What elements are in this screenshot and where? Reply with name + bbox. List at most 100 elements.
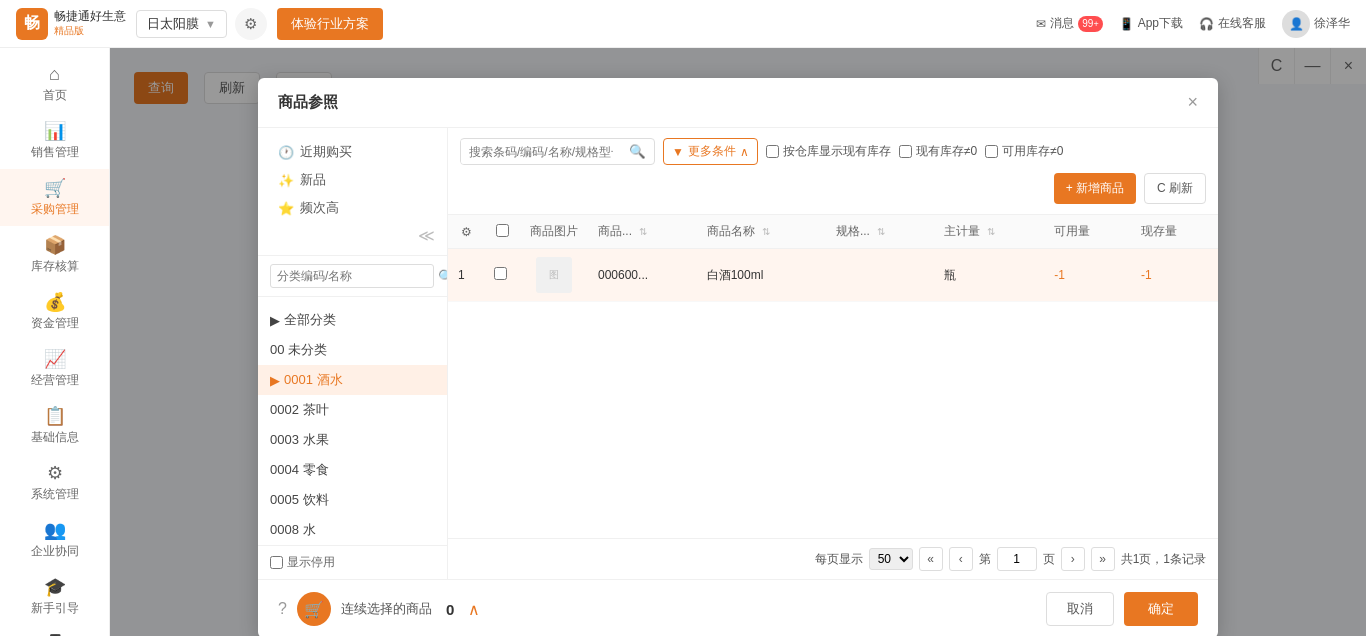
category-item-beverages[interactable]: 0005 饮料 bbox=[258, 485, 447, 515]
total-info: 共1页，1条记录 bbox=[1121, 551, 1206, 568]
app-download-link[interactable]: 📱 App下载 bbox=[1119, 15, 1183, 32]
branch-selector[interactable]: 日太阳膜 ▼ bbox=[136, 10, 227, 38]
goods-search-button[interactable]: 🔍 bbox=[621, 139, 654, 164]
sidebar-item-guide[interactable]: 🎓 新手引导 bbox=[0, 568, 109, 625]
show-disabled-checkbox-label[interactable]: 显示停用 bbox=[270, 554, 435, 571]
confirm-button[interactable]: 确定 bbox=[1124, 592, 1198, 626]
cell-code: 000600... bbox=[588, 249, 697, 302]
sidebar-item-finance[interactable]: 💰 资金管理 bbox=[0, 283, 109, 340]
sidebar-item-collab[interactable]: 👥 企业协同 bbox=[0, 511, 109, 568]
trial-button[interactable]: 体验行业方案 bbox=[277, 8, 383, 40]
cell-available: -1 bbox=[1044, 249, 1131, 302]
category-item-tea[interactable]: 0002 茶叶 bbox=[258, 395, 447, 425]
collab-icon: 👥 bbox=[44, 519, 66, 541]
sidebar-item-label: 库存核算 bbox=[31, 258, 79, 275]
quick-nav-recent[interactable]: 🕐 近期购买 bbox=[270, 138, 435, 166]
cancel-button[interactable]: 取消 bbox=[1046, 592, 1114, 626]
category-panel: 🕐 近期购买 ✨ 新品 ⭐ 频次高 bbox=[258, 128, 448, 579]
collapse-panel-button[interactable]: ≪ bbox=[418, 226, 435, 245]
warehouse-display-checkbox[interactable] bbox=[766, 145, 779, 158]
system-icon: ⚙ bbox=[47, 462, 63, 484]
usable-stock-checkbox-label[interactable]: 可用库存≠0 bbox=[985, 143, 1063, 160]
help-icon[interactable]: ? bbox=[278, 600, 287, 618]
cell-unit: 瓶 bbox=[934, 249, 1045, 302]
messages-link[interactable]: ✉ 消息 99+ bbox=[1036, 15, 1102, 32]
category-panel-footer: 显示停用 bbox=[258, 545, 447, 579]
cart-icon: 🛒 bbox=[304, 600, 324, 619]
col-unit[interactable]: 主计量 ⇅ bbox=[934, 215, 1045, 249]
available-stock-checkbox-label[interactable]: 现有库存≠0 bbox=[899, 143, 977, 160]
sort-icon-name: ⇅ bbox=[762, 226, 770, 237]
page-number-input[interactable] bbox=[997, 547, 1037, 571]
col-spec[interactable]: 规格... ⇅ bbox=[826, 215, 934, 249]
message-icon: ✉ bbox=[1036, 17, 1046, 31]
col-stock: 现存量 bbox=[1131, 215, 1218, 249]
select-all-checkbox[interactable] bbox=[496, 224, 509, 237]
sidebar-item-label: 资金管理 bbox=[31, 315, 79, 332]
last-page-button[interactable]: » bbox=[1091, 547, 1115, 571]
category-list: ▶ 全部分类 00 未分类 ▶ 0001 酒水 0002 茶 bbox=[258, 297, 447, 545]
chevron-down-icon: ▼ bbox=[205, 18, 216, 30]
col-image: 商品图片 bbox=[520, 215, 588, 249]
nav-right: ✉ 消息 99+ 📱 App下载 🎧 在线客服 👤 徐泽华 bbox=[1036, 10, 1350, 38]
col-name[interactable]: 商品名称 ⇅ bbox=[697, 215, 826, 249]
sidebar-item-inventory[interactable]: 📦 库存核算 bbox=[0, 226, 109, 283]
sidebar-item-basic-info[interactable]: 📋 基础信息 bbox=[0, 397, 109, 454]
footer-collapse-icon[interactable]: ∧ bbox=[468, 600, 480, 619]
sidebar-item-purchase[interactable]: 🛒 采购管理 bbox=[0, 169, 109, 226]
first-page-button[interactable]: « bbox=[919, 547, 943, 571]
online-service-link[interactable]: 🎧 在线客服 bbox=[1199, 15, 1266, 32]
cell-check bbox=[484, 249, 520, 302]
avatar: 👤 bbox=[1282, 10, 1310, 38]
category-item-liquor[interactable]: ▶ 0001 酒水 bbox=[258, 365, 447, 395]
main-layout: ⌂ 首页 📊 销售管理 🛒 采购管理 📦 库存核算 💰 资金管理 📈 经营管理 … bbox=[0, 48, 1366, 636]
col-code[interactable]: 商品... ⇅ bbox=[588, 215, 697, 249]
sales-icon: 📊 bbox=[44, 120, 66, 142]
prev-page-button[interactable]: ‹ bbox=[949, 547, 973, 571]
cart-button[interactable]: 🛒 bbox=[297, 592, 331, 626]
sidebar-item-home[interactable]: ⌂ 首页 bbox=[0, 56, 109, 112]
more-filter-button[interactable]: ▼ 更多条件 ∧ bbox=[663, 138, 758, 165]
show-disabled-checkbox[interactable] bbox=[270, 556, 283, 569]
purchase-icon: 🛒 bbox=[44, 177, 66, 199]
category-item-snacks[interactable]: 0004 零食 bbox=[258, 455, 447, 485]
dialog-close-button[interactable]: × bbox=[1187, 92, 1198, 113]
dialog-footer: ? 🛒 连续选择的商品 0 ∧ 取消 确定 bbox=[258, 579, 1218, 636]
cell-index: 1 bbox=[448, 249, 484, 302]
toolbar-right-actions: + 新增商品 C 刷新 bbox=[1054, 173, 1206, 204]
info-icon: 📋 bbox=[44, 405, 66, 427]
settings-icon[interactable]: ⚙ bbox=[235, 8, 267, 40]
row-checkbox[interactable] bbox=[494, 267, 507, 280]
table-row[interactable]: 1 图 000600... 白酒100ml bbox=[448, 249, 1218, 302]
page-suffix: 页 bbox=[1043, 551, 1055, 568]
refresh-goods-button[interactable]: C 刷新 bbox=[1144, 173, 1206, 204]
next-page-button[interactable]: › bbox=[1061, 547, 1085, 571]
top-nav: 畅 畅捷通好生意 精品版 日太阳膜 ▼ ⚙ 体验行业方案 ✉ 消息 99+ 📱 … bbox=[0, 0, 1366, 48]
sidebar-item-operations[interactable]: 📈 经营管理 bbox=[0, 340, 109, 397]
new-icon: ✨ bbox=[278, 173, 294, 188]
category-item-uncategorized[interactable]: 00 未分类 bbox=[258, 335, 447, 365]
dialog-header: 商品参照 × bbox=[258, 78, 1218, 128]
category-item-all[interactable]: ▶ 全部分类 bbox=[258, 305, 447, 335]
per-page-select[interactable]: 50 bbox=[869, 548, 913, 570]
category-search-icon[interactable]: 🔍 bbox=[438, 269, 448, 284]
goods-search-bar: 🔍 bbox=[460, 138, 655, 165]
goods-search-input[interactable] bbox=[461, 140, 621, 164]
add-goods-button[interactable]: + 新增商品 bbox=[1054, 173, 1136, 204]
usable-stock-checkbox[interactable] bbox=[985, 145, 998, 158]
warehouse-display-checkbox-label[interactable]: 按仓库显示现有库存 bbox=[766, 143, 891, 160]
quick-nav-frequent[interactable]: ⭐ 频次高 bbox=[270, 194, 435, 222]
available-stock-checkbox[interactable] bbox=[899, 145, 912, 158]
category-search-input[interactable] bbox=[270, 264, 434, 288]
messages-badge: 99+ bbox=[1078, 16, 1102, 32]
sidebar-item-system[interactable]: ⚙ 系统管理 bbox=[0, 454, 109, 511]
pagination-bar: 每页显示 50 « ‹ 第 页 › » 共1页，1条记录 bbox=[448, 538, 1218, 579]
quick-nav-new[interactable]: ✨ 新品 bbox=[270, 166, 435, 194]
cell-image: 图 bbox=[520, 249, 588, 302]
category-item-fruit[interactable]: 0003 水果 bbox=[258, 425, 447, 455]
cell-name: 白酒100ml bbox=[697, 249, 826, 302]
sidebar-item-app-center[interactable]: 📱 应用中心 bbox=[0, 625, 109, 636]
user-menu[interactable]: 👤 徐泽华 bbox=[1282, 10, 1350, 38]
sidebar-item-sales[interactable]: 📊 销售管理 bbox=[0, 112, 109, 169]
category-item-water[interactable]: 0008 水 bbox=[258, 515, 447, 545]
